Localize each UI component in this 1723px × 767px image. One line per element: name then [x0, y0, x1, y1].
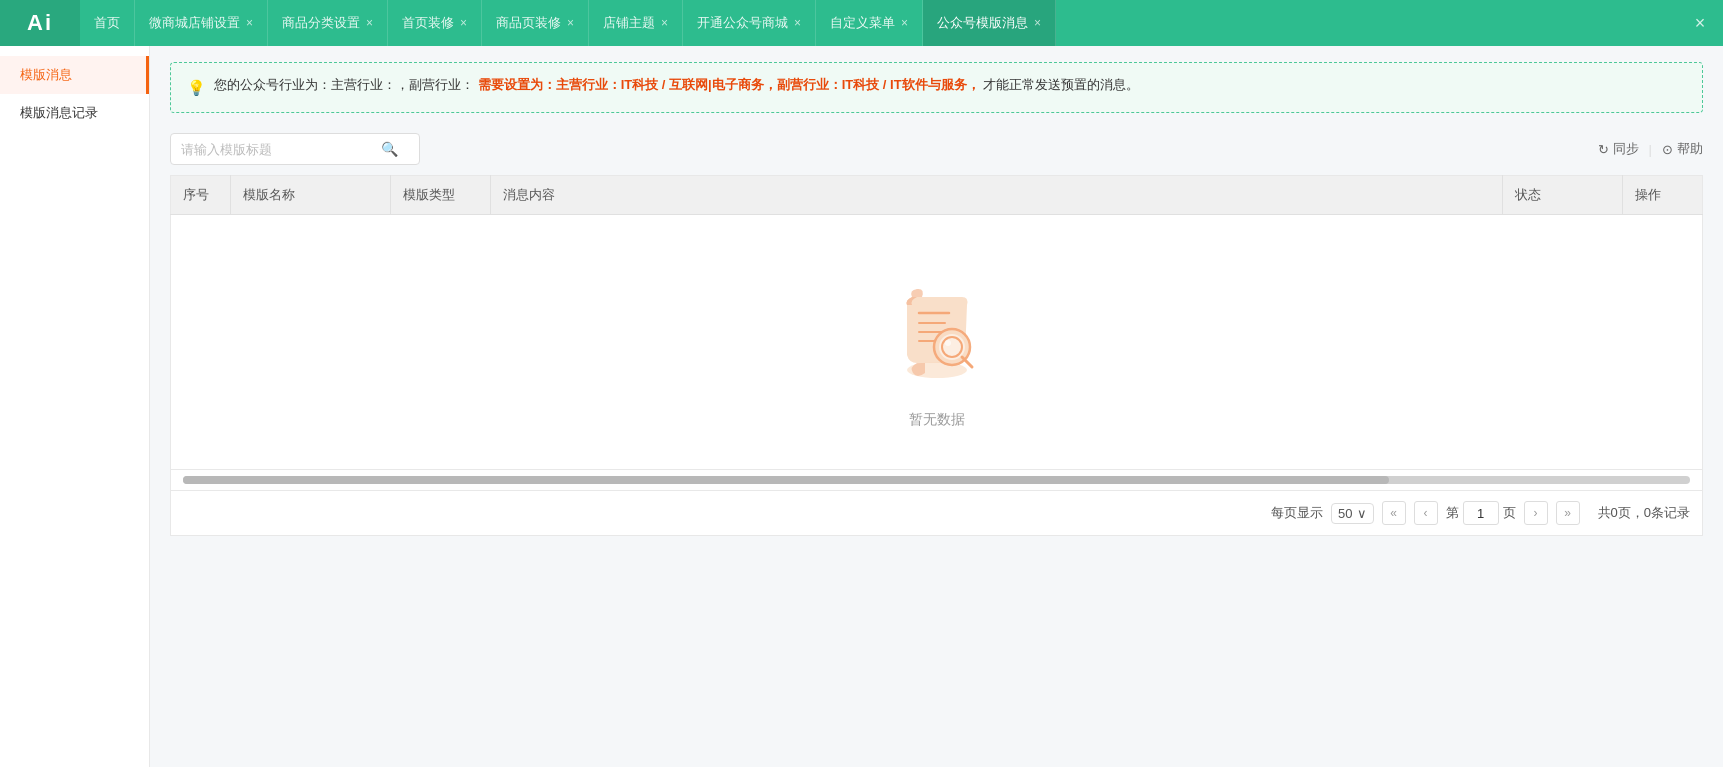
- data-table: 序号 模版名称 模版类型 消息内容 状态 操作: [170, 175, 1703, 470]
- empty-text: 暂无数据: [909, 411, 965, 429]
- nav-tab-category[interactable]: 商品分类设置 ×: [268, 0, 388, 46]
- total-info: 共0页，0条记录: [1598, 504, 1690, 522]
- next-page-button[interactable]: ›: [1524, 501, 1548, 525]
- search-bar: 🔍 ↻ 同步 | ⊙ 帮助: [170, 133, 1703, 165]
- window-close-button[interactable]: ×: [1677, 0, 1723, 46]
- prev-page-button[interactable]: ‹: [1414, 501, 1438, 525]
- page-label: 第: [1446, 504, 1459, 522]
- toolbar-divider: |: [1649, 142, 1652, 157]
- nav-tab-homepage-close[interactable]: ×: [460, 16, 467, 30]
- nav-tab-template-label: 公众号模版消息: [937, 14, 1028, 32]
- scrollbar-thumb[interactable]: [183, 476, 1389, 484]
- col-status: 状态: [1503, 176, 1623, 215]
- notice-icon: 💡: [187, 76, 206, 100]
- table-header-row: 序号 模版名称 模版类型 消息内容 状态 操作: [171, 176, 1703, 215]
- sidebar-item-template-record[interactable]: 模版消息记录: [0, 94, 149, 132]
- notice-text: 您的公众号行业为：主营行业：，副营行业： 需要设置为：主营行业：IT科技 / 互…: [214, 75, 1139, 96]
- logo: Ai: [0, 0, 80, 46]
- first-page-icon: «: [1390, 506, 1397, 520]
- search-input-wrapper[interactable]: 🔍: [170, 133, 420, 165]
- horizontal-scrollbar[interactable]: [183, 476, 1690, 484]
- empty-state-cell: 暂无数据: [171, 215, 1703, 470]
- nav-tab-theme[interactable]: 店铺主题 ×: [589, 0, 683, 46]
- prev-page-icon: ‹: [1424, 506, 1428, 520]
- empty-state: 暂无数据: [171, 215, 1702, 469]
- notice-prefix: 您的公众号行业为：主营行业：，副营行业：: [214, 77, 474, 92]
- next-page-icon: ›: [1534, 506, 1538, 520]
- nav-tab-custommenu-label: 自定义菜单: [830, 14, 895, 32]
- nav-tab-opencity-label: 开通公众号商城: [697, 14, 788, 32]
- page-input-group: 第 页: [1446, 501, 1516, 525]
- per-page-value: 50: [1338, 506, 1352, 521]
- sidebar: 模版消息 模版消息记录: [0, 46, 150, 767]
- col-type: 模版类型: [391, 176, 491, 215]
- main-layout: 模版消息 模版消息记录 💡 您的公众号行业为：主营行业：，副营行业： 需要设置为…: [0, 46, 1723, 767]
- help-label: 帮助: [1677, 140, 1703, 158]
- col-action: 操作: [1623, 176, 1703, 215]
- empty-illustration: [877, 275, 997, 395]
- col-seq: 序号: [171, 176, 231, 215]
- page-number-input[interactable]: [1463, 501, 1499, 525]
- nav-tab-home[interactable]: 首页: [80, 0, 135, 46]
- nav-tab-opencity-close[interactable]: ×: [794, 16, 801, 30]
- search-icon-button[interactable]: 🔍: [381, 141, 398, 157]
- empty-state-row: 暂无数据: [171, 215, 1703, 470]
- sync-button[interactable]: ↻ 同步: [1598, 140, 1639, 158]
- nav-tab-productpage-close[interactable]: ×: [567, 16, 574, 30]
- nav-tab-custommenu-close[interactable]: ×: [901, 16, 908, 30]
- nav-tab-category-label: 商品分类设置: [282, 14, 360, 32]
- top-nav: Ai 首页 微商城店铺设置 × 商品分类设置 × 首页装修 × 商品页装修 × …: [0, 0, 1723, 46]
- help-button[interactable]: ⊙ 帮助: [1662, 140, 1703, 158]
- per-page-select[interactable]: 50 ∨: [1331, 503, 1373, 524]
- scroll-row: [170, 470, 1703, 491]
- nav-tab-homepage-label: 首页装修: [402, 14, 454, 32]
- svg-point-9: [945, 340, 951, 346]
- content-area: 💡 您的公众号行业为：主营行业：，副营行业： 需要设置为：主营行业：IT科技 /…: [150, 46, 1723, 767]
- nav-tab-category-close[interactable]: ×: [366, 16, 373, 30]
- nav-tab-template-close[interactable]: ×: [1034, 16, 1041, 30]
- nav-tab-weishop[interactable]: 微商城店铺设置 ×: [135, 0, 268, 46]
- nav-tab-opencity[interactable]: 开通公众号商城 ×: [683, 0, 816, 46]
- notice-highlight: 需要设置为：主营行业：IT科技 / 互联网|电子商务，副营行业：IT科技 / I…: [478, 77, 980, 92]
- last-page-button[interactable]: »: [1556, 501, 1580, 525]
- nav-tab-home-label: 首页: [94, 14, 120, 32]
- first-page-button[interactable]: «: [1382, 501, 1406, 525]
- sidebar-item-template-msg[interactable]: 模版消息: [0, 56, 149, 94]
- nav-tab-weishop-close[interactable]: ×: [246, 16, 253, 30]
- nav-tab-custommenu[interactable]: 自定义菜单 ×: [816, 0, 923, 46]
- notice-banner: 💡 您的公众号行业为：主营行业：，副营行业： 需要设置为：主营行业：IT科技 /…: [170, 62, 1703, 113]
- search-input[interactable]: [181, 142, 381, 157]
- nav-tab-productpage-label: 商品页装修: [496, 14, 561, 32]
- pagination-bar: 每页显示 50 ∨ « ‹ 第 页 › » 共0页，0条记录: [170, 491, 1703, 536]
- toolbar-right: ↻ 同步 | ⊙ 帮助: [1598, 140, 1703, 158]
- sidebar-item-template-msg-label: 模版消息: [20, 67, 72, 82]
- notice-suffix: 才能正常发送预置的消息。: [983, 77, 1139, 92]
- last-page-icon: »: [1564, 506, 1571, 520]
- help-icon: ⊙: [1662, 142, 1673, 157]
- nav-tab-template[interactable]: 公众号模版消息 ×: [923, 0, 1056, 46]
- nav-tab-theme-close[interactable]: ×: [661, 16, 668, 30]
- sync-label: 同步: [1613, 140, 1639, 158]
- nav-tab-productpage[interactable]: 商品页装修 ×: [482, 0, 589, 46]
- page-unit: 页: [1503, 504, 1516, 522]
- per-page-label: 每页显示: [1271, 504, 1323, 522]
- col-content: 消息内容: [491, 176, 1503, 215]
- sync-icon: ↻: [1598, 142, 1609, 157]
- sidebar-item-template-record-label: 模版消息记录: [20, 105, 98, 120]
- nav-tabs: 首页 微商城店铺设置 × 商品分类设置 × 首页装修 × 商品页装修 × 店铺主…: [80, 0, 1677, 46]
- nav-tab-theme-label: 店铺主题: [603, 14, 655, 32]
- nav-tab-homepage[interactable]: 首页装修 ×: [388, 0, 482, 46]
- logo-text: Ai: [27, 10, 53, 36]
- nav-tab-weishop-label: 微商城店铺设置: [149, 14, 240, 32]
- col-name: 模版名称: [231, 176, 391, 215]
- per-page-chevron-icon: ∨: [1357, 506, 1367, 521]
